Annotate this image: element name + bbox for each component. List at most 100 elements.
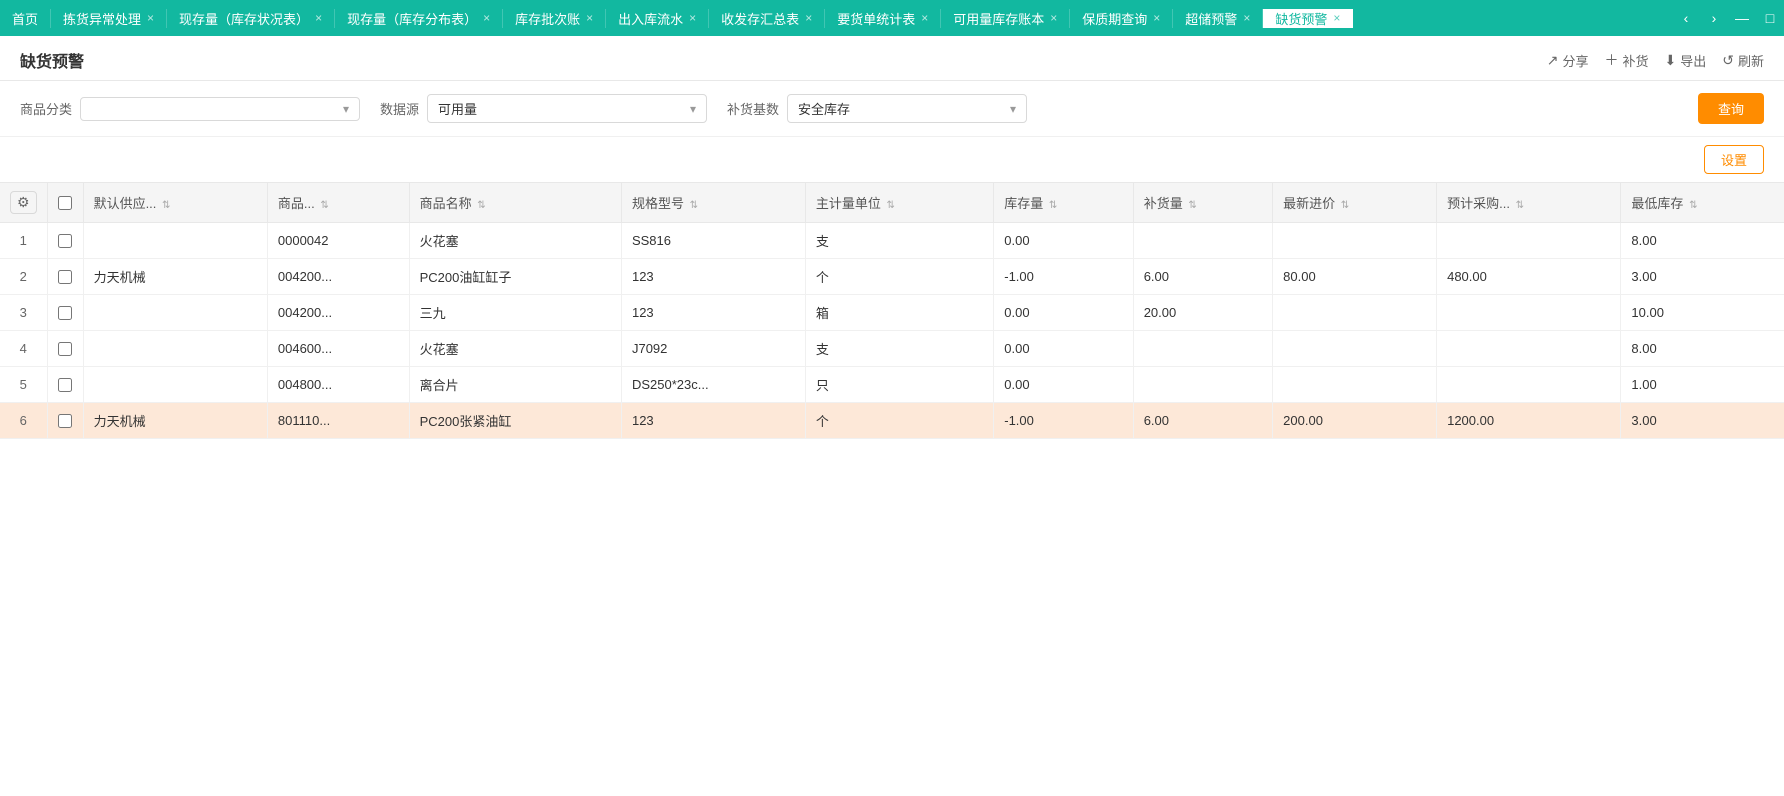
col-header-checkbox: [47, 183, 83, 223]
cell-min-stock-4: 1.00: [1621, 367, 1784, 403]
row-checkbox-2[interactable]: [58, 306, 72, 320]
tab-close-batch-account[interactable]: ×: [586, 11, 593, 25]
col-label-product-name: 商品名称: [420, 196, 472, 211]
tab-receipt-summary[interactable]: 收发存汇总表×: [709, 9, 825, 28]
replenish-base-filter-group: 补货基数 安全库存 ▾: [727, 94, 1027, 123]
col-header-min-stock[interactable]: 最低库存 ⇅: [1621, 183, 1784, 223]
tab-label-abnormal: 拣货异常处理: [63, 9, 141, 28]
maximize-btn[interactable]: □: [1756, 0, 1784, 36]
cell-min-stock-0: 8.00: [1621, 223, 1784, 259]
sort-icon-default-supplier: ⇅: [162, 200, 170, 211]
page-title: 缺货预警: [20, 48, 84, 72]
col-label-min-stock: 最低库存: [1631, 196, 1683, 211]
category-select[interactable]: ▾: [80, 97, 360, 121]
share-icon: ↗: [1547, 52, 1559, 69]
tab-available-ledger[interactable]: 可用量库存账本×: [941, 9, 1070, 28]
select-all-checkbox[interactable]: [58, 196, 72, 210]
tab-close-shortage[interactable]: ×: [1333, 11, 1340, 25]
tab-close-overstock[interactable]: ×: [1243, 11, 1250, 25]
refresh-action[interactable]: ↺ 刷新: [1722, 51, 1764, 70]
share-label: 分享: [1562, 51, 1588, 70]
tab-close-requisition-stats[interactable]: ×: [921, 11, 928, 25]
tab-close-receipt-summary[interactable]: ×: [805, 11, 812, 25]
cell-supplier-2: [83, 295, 267, 331]
col-header-spec[interactable]: 规格型号 ⇅: [621, 183, 805, 223]
header-actions: ↗ 分享 ＋ 补货 ⬇ 导出 ↺ 刷新: [1547, 50, 1764, 70]
row-checkbox-0[interactable]: [58, 234, 72, 248]
col-header-est-purchase[interactable]: 预计采购... ⇅: [1437, 183, 1621, 223]
col-header-latest-price[interactable]: 最新进价 ⇅: [1273, 183, 1437, 223]
col-label-product-code: 商品...: [278, 196, 315, 211]
cell-unit-5: 个: [805, 403, 993, 439]
cell-product-name-3: 火花塞: [409, 331, 621, 367]
tab-close-abnormal[interactable]: ×: [147, 11, 154, 25]
col-header-unit[interactable]: 主计量单位 ⇅: [805, 183, 993, 223]
tab-close-inventory-dist[interactable]: ×: [483, 11, 490, 25]
row-checkbox-3[interactable]: [58, 342, 72, 356]
tab-inout-flow[interactable]: 出入库流水 ×: [606, 9, 709, 28]
datasource-select[interactable]: 可用量 ▾: [427, 94, 707, 123]
cell-product-name-5: PC200张紧油缸: [409, 403, 621, 439]
tab-label-inout-flow: 出入库流水: [618, 9, 683, 28]
tab-batch-account[interactable]: 库存批次账 ×: [503, 9, 606, 28]
share-action[interactable]: ↗ 分享: [1547, 51, 1589, 70]
table-row: 1 0000042 火花塞 SS816 支 0.00 8.00: [0, 223, 1784, 259]
settings-button[interactable]: 设置: [1704, 145, 1764, 174]
tab-label-inventory-status: 现存量（库存状况表）: [179, 9, 309, 28]
minimize-btn[interactable]: —: [1728, 0, 1756, 36]
tab-nav-prev[interactable]: ‹: [1672, 0, 1700, 36]
tab-nav-next[interactable]: ›: [1700, 0, 1728, 36]
tab-close-expiry-query[interactable]: ×: [1153, 11, 1160, 25]
tab-abnormal[interactable]: 拣货异常处理 ×: [51, 9, 167, 28]
tab-home[interactable]: 首页: [0, 9, 51, 28]
sort-icon-min-stock: ⇅: [1689, 200, 1697, 211]
tab-inventory-status[interactable]: 现存量（库存状况表） ×: [167, 9, 335, 28]
tab-label-batch-account: 库存批次账: [515, 9, 580, 28]
tab-shortage[interactable]: 缺货预警×: [1263, 9, 1353, 28]
row-checkbox-4[interactable]: [58, 378, 72, 392]
cell-latest-price-2: [1273, 295, 1437, 331]
cell-product-code-5: 801110...: [267, 403, 409, 439]
sort-icon-replenish-qty: ⇅: [1188, 200, 1196, 211]
row-checkbox-1[interactable]: [58, 270, 72, 284]
col-label-stock-qty: 库存量: [1004, 196, 1043, 211]
table-row: 3 004200... 三九 123 箱 0.00 20.00 10.00: [0, 295, 1784, 331]
column-settings-btn[interactable]: ⚙: [10, 191, 37, 214]
table-row: 4 004600... 火花塞 J7092 支 0.00 8.00: [0, 331, 1784, 367]
cell-product-code-4: 004800...: [267, 367, 409, 403]
cell-spec-2: 123: [621, 295, 805, 331]
tab-expiry-query[interactable]: 保质期查询 ×: [1070, 9, 1173, 28]
cell-index-3: 4: [0, 331, 47, 367]
cell-product-name-1: PC200油缸缸子: [409, 259, 621, 295]
col-header-replenish-qty[interactable]: 补货量 ⇅: [1133, 183, 1272, 223]
col-label-replenish-qty: 补货量: [1144, 196, 1183, 211]
cell-product-name-4: 离合片: [409, 367, 621, 403]
tab-inventory-dist[interactable]: 现存量（库存分布表）×: [335, 9, 503, 28]
query-button[interactable]: 查询: [1698, 93, 1764, 124]
col-header-product-name[interactable]: 商品名称 ⇅: [409, 183, 621, 223]
filter-row-1: 商品分类 ▾ 数据源 可用量 ▾ 补货基数 安全库存 ▾ 查询: [0, 81, 1784, 137]
col-header-stock-qty[interactable]: 库存量 ⇅: [994, 183, 1133, 223]
cell-latest-price-5: 200.00: [1273, 403, 1437, 439]
cell-product-name-2: 三九: [409, 295, 621, 331]
cell-checkbox-3: [47, 331, 83, 367]
sort-icon-latest-price: ⇅: [1341, 200, 1349, 211]
replenish-base-select[interactable]: 安全库存 ▾: [787, 94, 1027, 123]
refresh-label: 刷新: [1738, 51, 1764, 70]
tab-requisition-stats[interactable]: 要货单统计表×: [825, 9, 941, 28]
replenish-action[interactable]: ＋ 补货: [1604, 50, 1648, 70]
tab-overstock[interactable]: 超储预警×: [1173, 9, 1263, 28]
table-wrapper: ⚙ 默认供应... ⇅ 商品... ⇅: [0, 182, 1784, 439]
tab-close-inventory-status[interactable]: ×: [315, 11, 322, 25]
col-header-product-code[interactable]: 商品... ⇅: [267, 183, 409, 223]
tab-close-available-ledger[interactable]: ×: [1050, 11, 1057, 25]
row-checkbox-5[interactable]: [58, 414, 72, 428]
col-header-default-supplier[interactable]: 默认供应... ⇅: [83, 183, 267, 223]
cell-index-0: 1: [0, 223, 47, 259]
sort-icon-spec: ⇅: [690, 200, 698, 211]
tab-close-inout-flow[interactable]: ×: [689, 11, 696, 25]
cell-unit-1: 个: [805, 259, 993, 295]
cell-unit-4: 只: [805, 367, 993, 403]
tab-label-expiry-query: 保质期查询: [1082, 9, 1147, 28]
export-action[interactable]: ⬇ 导出: [1665, 51, 1707, 70]
